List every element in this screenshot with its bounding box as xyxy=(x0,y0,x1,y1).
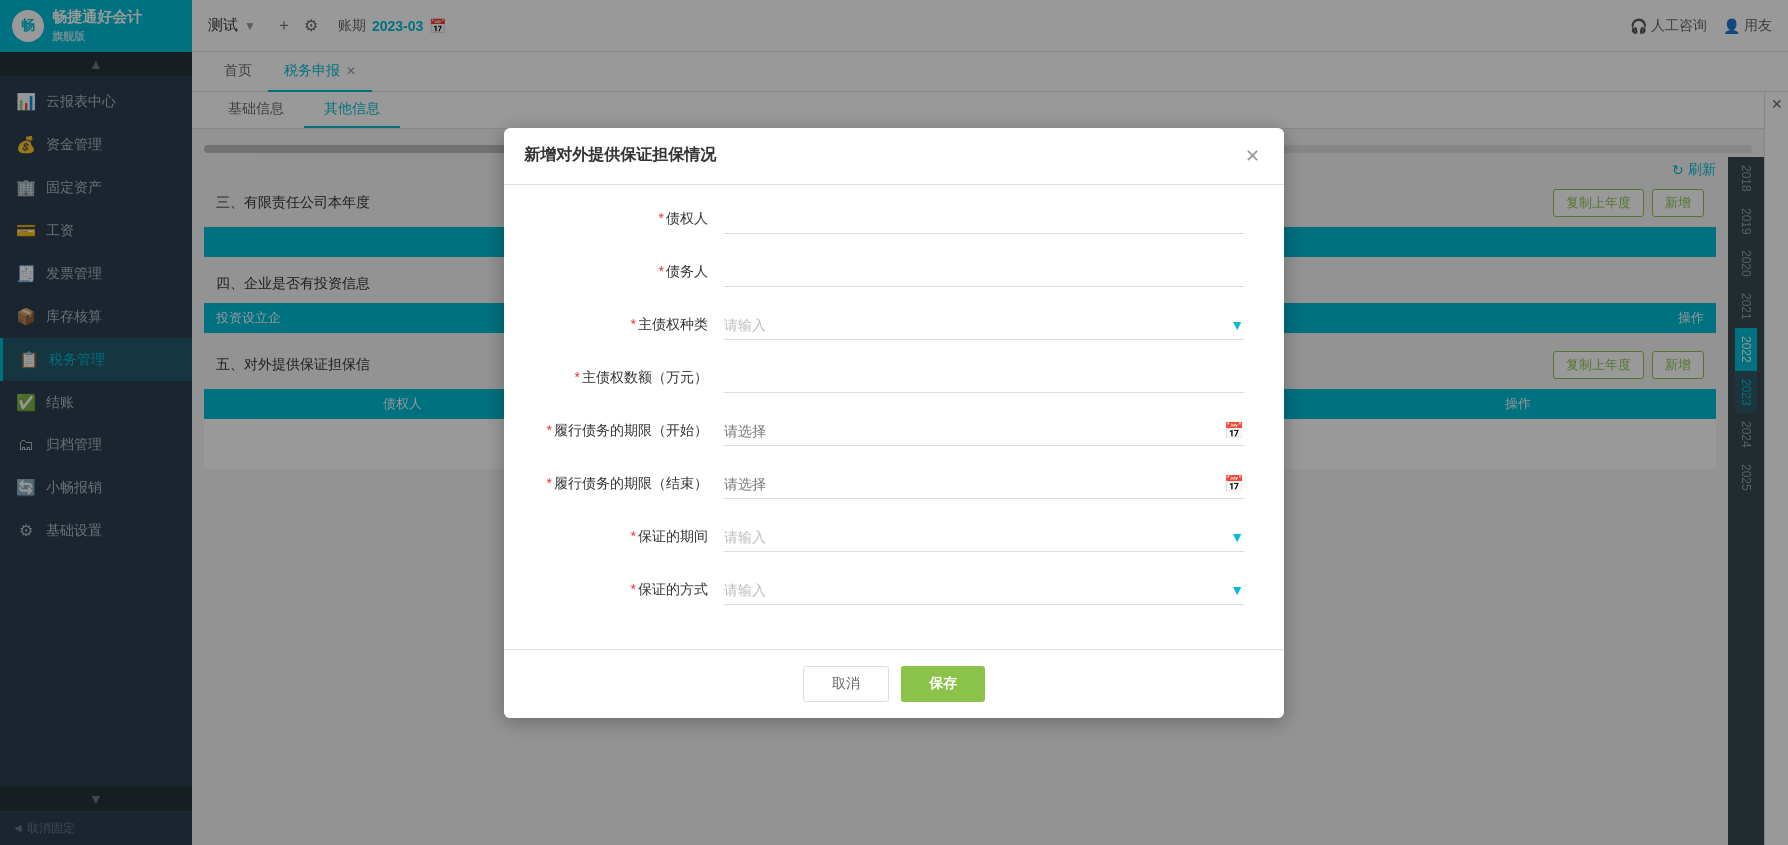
label-zhaiwuren: *债务人 xyxy=(544,263,724,281)
input-zhaiquanren[interactable] xyxy=(724,205,1244,234)
input-zhuzhaikuanzhonglei[interactable] xyxy=(724,311,1230,339)
form-row-zhuzhaikuanzhonglei: *主债权种类 ▼ xyxy=(544,311,1244,340)
modal-close-button[interactable]: ✕ xyxy=(1240,144,1264,168)
input-baozheng-qijian[interactable] xyxy=(724,523,1230,551)
chevron-down-icon-2: ▼ xyxy=(1230,529,1244,545)
label-lixing-kaishi: *履行债务的期限（开始） xyxy=(544,422,724,440)
date-wrapper-lixing-kaishi: 📅 xyxy=(724,417,1244,446)
input-zhuzhaikuanshu[interactable] xyxy=(724,364,1244,393)
form-row-lixing-kaishi: *履行债务的期限（开始） 📅 xyxy=(544,417,1244,446)
form-row-baozheng-fangshi: *保证的方式 ▼ xyxy=(544,576,1244,605)
modal-overlay: 新增对外提供保证担保情况 ✕ *债权人 *债务人 xyxy=(0,0,1788,845)
form-row-baozheng-qijian: *保证的期间 ▼ xyxy=(544,523,1244,552)
modal-title: 新增对外提供保证担保情况 xyxy=(524,145,716,166)
select-wrapper-baozheng-fangshi: ▼ xyxy=(724,576,1244,605)
label-baozheng-qijian: *保证的期间 xyxy=(544,528,724,546)
form-row-zhuzhaikuanshu: *主债权数额（万元） xyxy=(544,364,1244,393)
label-zhuzhaikuanshu: *主债权数额（万元） xyxy=(544,369,724,387)
modal-header: 新增对外提供保证担保情况 ✕ xyxy=(504,128,1284,185)
calendar-icon-end[interactable]: 📅 xyxy=(1224,474,1244,493)
chevron-down-icon-3: ▼ xyxy=(1230,582,1244,598)
modal-body: *债权人 *债务人 *主债权种类 ▼ xyxy=(504,185,1284,649)
form-row-zhaiquanren: *债权人 xyxy=(544,205,1244,234)
select-wrapper-baozheng-qijian: ▼ xyxy=(724,523,1244,552)
input-lixing-kaishi[interactable] xyxy=(724,417,1224,445)
label-zhuzhaikuanzhonglei: *主债权种类 xyxy=(544,316,724,334)
label-zhaiquanren: *债权人 xyxy=(544,210,724,228)
select-wrapper-zhuzhaikuanzhonglei: ▼ xyxy=(724,311,1244,340)
calendar-icon-start[interactable]: 📅 xyxy=(1224,421,1244,440)
cancel-button[interactable]: 取消 xyxy=(803,666,889,702)
date-wrapper-lixing-jieshu: 📅 xyxy=(724,470,1244,499)
input-zhaiwuren[interactable] xyxy=(724,258,1244,287)
modal-footer: 取消 保存 xyxy=(504,649,1284,718)
chevron-down-icon-1: ▼ xyxy=(1230,317,1244,333)
modal-dialog: 新增对外提供保证担保情况 ✕ *债权人 *债务人 xyxy=(504,128,1284,718)
label-baozheng-fangshi: *保证的方式 xyxy=(544,581,724,599)
modal-close-icon: ✕ xyxy=(1245,145,1260,167)
input-baozheng-fangshi[interactable] xyxy=(724,576,1230,604)
input-lixing-jieshu[interactable] xyxy=(724,470,1224,498)
form-row-zhaiwuren: *债务人 xyxy=(544,258,1244,287)
save-button[interactable]: 保存 xyxy=(901,666,985,702)
form-row-lixing-jieshu: *履行债务的期限（结束） 📅 xyxy=(544,470,1244,499)
label-lixing-jieshu: *履行债务的期限（结束） xyxy=(544,475,724,493)
